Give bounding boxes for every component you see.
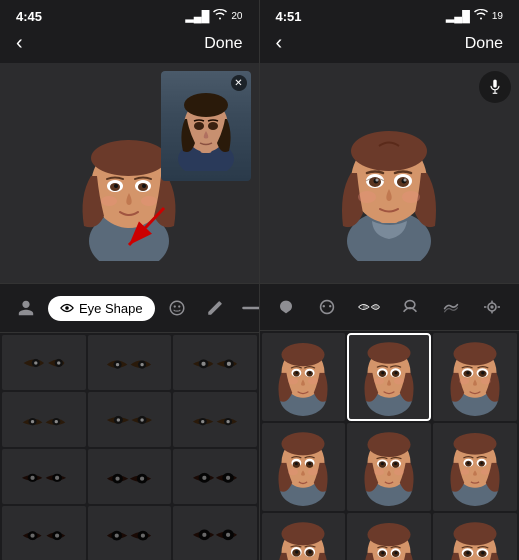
eye-option-9[interactable] bbox=[173, 449, 257, 504]
back-button-right[interactable]: ‹ bbox=[276, 32, 283, 55]
face-variant-8[interactable] bbox=[347, 513, 431, 560]
back-button-left[interactable]: ‹ bbox=[16, 32, 23, 55]
toolbar-right-icon3[interactable] bbox=[354, 292, 384, 322]
face-variant-grid bbox=[260, 331, 519, 560]
status-icons-right: ▂▄█ 19 bbox=[446, 9, 503, 23]
avatar-area-left: ✕ bbox=[0, 63, 259, 283]
avatar-3d-right bbox=[317, 81, 462, 266]
toolbar-right-icon6[interactable] bbox=[477, 292, 507, 322]
eye-option-3[interactable] bbox=[173, 335, 257, 390]
eye-option-8[interactable] bbox=[88, 449, 172, 504]
camera-close-button[interactable]: ✕ bbox=[231, 75, 247, 91]
toolbar-right-icon4[interactable] bbox=[395, 292, 425, 322]
status-bar-right: 4:51 ▂▄█ 19 bbox=[260, 0, 519, 28]
status-icons-left: ▂▄█ 20 bbox=[185, 9, 242, 23]
wifi-icon bbox=[213, 9, 227, 23]
face-variant-2[interactable] bbox=[347, 333, 431, 421]
toolbar-person-icon[interactable] bbox=[10, 292, 42, 324]
eye-shape-button[interactable]: Eye Shape bbox=[48, 296, 155, 321]
status-bar-left: 4:45 ▂▄█ 20 bbox=[0, 0, 259, 28]
eye-option-1[interactable] bbox=[2, 335, 86, 390]
toolbar-face-icon[interactable] bbox=[161, 292, 193, 324]
toolbar-right-icon5[interactable] bbox=[436, 292, 466, 322]
status-time-right: 4:51 bbox=[276, 9, 302, 24]
avatar-area-right bbox=[260, 63, 519, 283]
eye-option-7[interactable] bbox=[2, 449, 86, 504]
toolbar-right-icon2[interactable] bbox=[312, 292, 342, 322]
eye-shape-grid bbox=[0, 333, 259, 560]
eye-option-12[interactable] bbox=[173, 506, 257, 560]
toolbar-right-icon1[interactable] bbox=[271, 292, 301, 322]
face-variant-3[interactable] bbox=[433, 333, 517, 421]
header-right: ‹ Done bbox=[260, 28, 519, 63]
microphone-button[interactable] bbox=[479, 71, 511, 103]
eye-option-4[interactable] bbox=[2, 392, 86, 447]
eye-option-2[interactable] bbox=[88, 335, 172, 390]
done-button-right[interactable]: Done bbox=[465, 35, 503, 53]
toolbar-left: Eye Shape bbox=[0, 283, 259, 333]
eye-option-11[interactable] bbox=[88, 506, 172, 560]
face-variant-6[interactable] bbox=[433, 423, 517, 511]
toolbar-right bbox=[260, 283, 519, 331]
face-variant-1[interactable] bbox=[262, 333, 346, 421]
toolbar-minus-icon[interactable] bbox=[237, 292, 260, 324]
battery-icon-right: 19 bbox=[492, 11, 503, 22]
face-variant-4[interactable] bbox=[262, 423, 346, 511]
face-variant-7[interactable] bbox=[262, 513, 346, 560]
wifi-icon-right bbox=[474, 9, 488, 23]
eye-option-5[interactable] bbox=[88, 392, 172, 447]
signal-icon-right: ▂▄█ bbox=[446, 10, 470, 23]
camera-preview: ✕ bbox=[161, 71, 251, 181]
header-left: ‹ Done bbox=[0, 28, 259, 63]
red-arrow-indicator bbox=[114, 203, 174, 253]
eye-shape-label: Eye Shape bbox=[79, 301, 143, 316]
left-panel: 4:45 ▂▄█ 20 ‹ Done bbox=[0, 0, 260, 560]
toolbar-paintbrush-icon[interactable] bbox=[199, 292, 231, 324]
signal-icon: ▂▄█ bbox=[185, 10, 209, 23]
right-panel: 4:51 ▂▄█ 19 ‹ Done bbox=[260, 0, 519, 560]
battery-icon: 20 bbox=[231, 11, 242, 22]
eye-option-6[interactable] bbox=[173, 392, 257, 447]
done-button-left[interactable]: Done bbox=[204, 35, 242, 53]
status-time-left: 4:45 bbox=[16, 9, 42, 24]
face-variant-5[interactable] bbox=[347, 423, 431, 511]
eye-option-10[interactable] bbox=[2, 506, 86, 560]
face-variant-9[interactable] bbox=[433, 513, 517, 560]
